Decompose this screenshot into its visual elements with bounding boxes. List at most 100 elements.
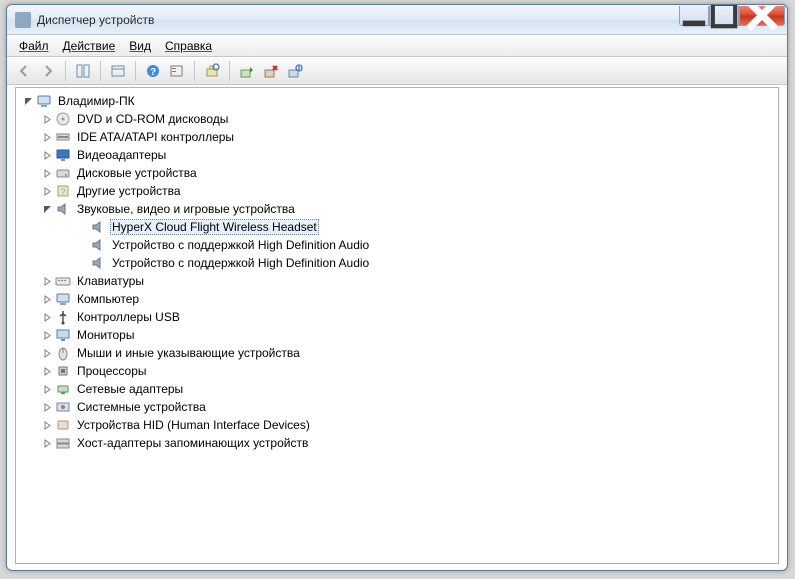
menu-view[interactable]: Вид	[129, 39, 151, 53]
toolbar-separator	[65, 61, 66, 81]
uninstall-button[interactable]	[260, 60, 282, 82]
tree-category-label: DVD и CD-ROM дисководы	[75, 111, 230, 127]
other-icon: ?	[55, 183, 71, 199]
tree-category[interactable]: Мониторы	[18, 326, 776, 344]
disk-icon	[55, 165, 71, 181]
expander-icon[interactable]	[41, 347, 53, 359]
tree-category-label: Звуковые, видео и игровые устройства	[75, 201, 297, 217]
expander-icon[interactable]	[41, 419, 53, 431]
tree-category[interactable]: ? Другие устройства	[18, 182, 776, 200]
expander-icon[interactable]	[41, 149, 53, 161]
tree-category-label: Дисковые устройства	[75, 165, 199, 181]
tree-category[interactable]: DVD и CD-ROM дисководы	[18, 110, 776, 128]
expander-icon[interactable]	[41, 329, 53, 341]
keyboard-icon	[55, 273, 71, 289]
action-button[interactable]	[166, 60, 188, 82]
tree-category[interactable]: Компьютер	[18, 290, 776, 308]
tree-root[interactable]: Владимир-ПК	[18, 92, 776, 110]
tree-category[interactable]: Хост-адаптеры запоминающих устройств	[18, 434, 776, 452]
device-manager-window: Диспетчер устройств Файл Действие Вид Сп…	[6, 4, 788, 571]
tree-category-label: Видеоадаптеры	[75, 147, 168, 163]
expander-icon[interactable]	[41, 311, 53, 323]
forward-button[interactable]	[37, 60, 59, 82]
tree-category[interactable]: Устройства HID (Human Interface Devices)	[18, 416, 776, 434]
tree-device[interactable]: Устройство с поддержкой High Definition …	[18, 236, 776, 254]
tree-device[interactable]: Устройство с поддержкой High Definition …	[18, 254, 776, 272]
expander-none	[76, 257, 88, 269]
tree-category-label: Хост-адаптеры запоминающих устройств	[75, 435, 310, 451]
expander-icon[interactable]	[41, 293, 53, 305]
toolbar-separator	[194, 61, 195, 81]
show-hide-tree-button[interactable]	[72, 60, 94, 82]
toolbar-separator	[229, 61, 230, 81]
cpu-icon	[55, 363, 71, 379]
tree-category-label: Сетевые адаптеры	[75, 381, 185, 397]
update-driver-button[interactable]	[236, 60, 258, 82]
help-button[interactable]: ?	[142, 60, 164, 82]
expander-icon[interactable]	[41, 383, 53, 395]
app-icon	[15, 12, 31, 28]
expander-icon[interactable]	[41, 203, 53, 215]
expander-icon[interactable]	[41, 401, 53, 413]
tree-panel[interactable]: Владимир-ПК DVD и CD-ROM дисководыIDE ATA…	[15, 87, 779, 564]
scan-hardware-button[interactable]	[201, 60, 223, 82]
tree-category-label: Контроллеры USB	[75, 309, 182, 325]
tree-category[interactable]: Клавиатуры	[18, 272, 776, 290]
tree-root-label: Владимир-ПК	[56, 93, 137, 109]
sound-icon	[90, 255, 106, 271]
minimize-button[interactable]	[679, 6, 709, 26]
tree-device[interactable]: HyperX Cloud Flight Wireless Headset	[18, 218, 776, 236]
sound-icon	[90, 219, 106, 235]
ide-icon	[55, 129, 71, 145]
expander-icon[interactable]	[41, 185, 53, 197]
storage-icon	[55, 435, 71, 451]
disable-button[interactable]	[284, 60, 306, 82]
tree-category-label: Устройства HID (Human Interface Devices)	[75, 417, 312, 433]
tree-category-label: Компьютер	[75, 291, 141, 307]
usb-icon	[55, 309, 71, 325]
maximize-button[interactable]	[709, 6, 739, 26]
titlebar[interactable]: Диспетчер устройств	[7, 5, 787, 35]
sound-icon	[90, 237, 106, 253]
svg-text:?: ?	[60, 187, 65, 197]
svg-text:?: ?	[150, 67, 156, 78]
tree-category[interactable]: Мыши и иные указывающие устройства	[18, 344, 776, 362]
expander-icon[interactable]	[41, 275, 53, 287]
menubar: Файл Действие Вид Справка	[7, 35, 787, 57]
tree-category[interactable]: Видеоадаптеры	[18, 146, 776, 164]
computer-icon	[55, 291, 71, 307]
expander-icon[interactable]	[22, 95, 34, 107]
tree-category[interactable]: Сетевые адаптеры	[18, 380, 776, 398]
tree-device-label: Устройство с поддержкой High Definition …	[110, 237, 371, 253]
tree-category[interactable]: Контроллеры USB	[18, 308, 776, 326]
expander-icon[interactable]	[41, 167, 53, 179]
tree-category[interactable]: Звуковые, видео и игровые устройства	[18, 200, 776, 218]
toolbar-separator	[100, 61, 101, 81]
close-button[interactable]	[739, 6, 785, 26]
expander-none	[76, 221, 88, 233]
expander-icon[interactable]	[41, 437, 53, 449]
tree-category-label: Клавиатуры	[75, 273, 146, 289]
menu-help[interactable]: Справка	[165, 39, 212, 53]
display-icon	[55, 147, 71, 163]
tree-category-label: Системные устройства	[75, 399, 208, 415]
window-title: Диспетчер устройств	[37, 13, 154, 27]
tree-category[interactable]: Системные устройства	[18, 398, 776, 416]
expander-icon[interactable]	[41, 131, 53, 143]
expander-icon[interactable]	[41, 365, 53, 377]
back-button[interactable]	[13, 60, 35, 82]
menu-file[interactable]: Файл	[19, 39, 49, 53]
tree-category-label: Другие устройства	[75, 183, 183, 199]
properties-button[interactable]	[107, 60, 129, 82]
system-icon	[55, 399, 71, 415]
tree-device-label: Устройство с поддержкой High Definition …	[110, 255, 371, 271]
tree-category[interactable]: Процессоры	[18, 362, 776, 380]
toolbar-separator	[135, 61, 136, 81]
tree-category[interactable]: IDE ATA/ATAPI контроллеры	[18, 128, 776, 146]
tree-category-label: Мониторы	[75, 327, 136, 343]
window-controls	[679, 6, 785, 26]
tree-category[interactable]: Дисковые устройства	[18, 164, 776, 182]
menu-action[interactable]: Действие	[63, 39, 116, 53]
sound-icon	[55, 201, 71, 217]
expander-icon[interactable]	[41, 113, 53, 125]
